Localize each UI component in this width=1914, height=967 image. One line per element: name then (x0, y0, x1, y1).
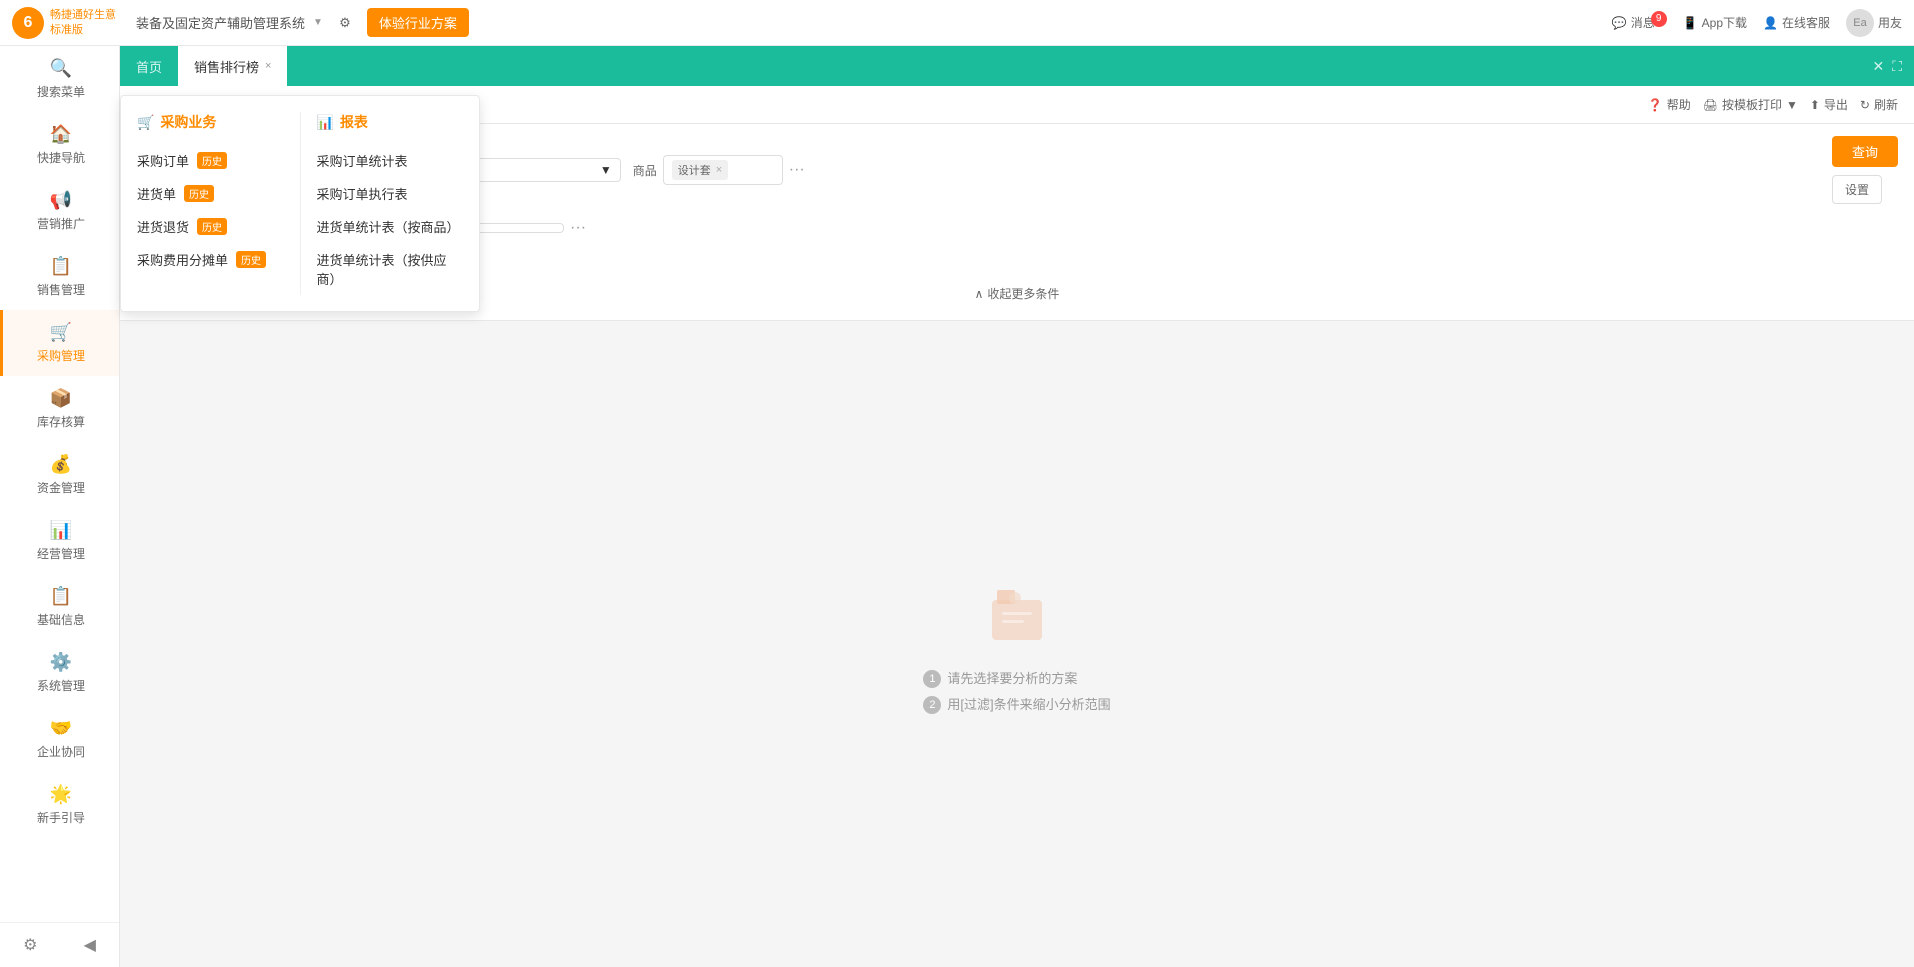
goods-tag-remove[interactable]: × (716, 164, 722, 176)
sidebar-item-enterprise[interactable]: 🤝企业协同 (0, 706, 119, 772)
message-icon: 💬 (1612, 16, 1627, 30)
sidebar-item-operation[interactable]: 📊经营管理 (0, 508, 119, 574)
message-badge: 9 (1651, 11, 1667, 27)
sidebar-item-system[interactable]: ⚙️系统管理 (0, 640, 119, 706)
tab-close-icon[interactable]: × (265, 60, 271, 72)
sidebar-item-quick-nav[interactable]: 🏠快捷导航 (0, 112, 119, 178)
enterprise-icon: 🤝 (50, 718, 72, 739)
logo-icon: 6 (12, 7, 44, 39)
salesperson-more-dots[interactable]: ··· (570, 219, 586, 237)
purchase-dropdown-menu: 🛒 采购业务 采购订单历史进货单历史进货退货历史采购费用分摊单历史 📊 报表 采… (120, 95, 480, 312)
print-action[interactable]: 🖨 按模板打印 ▼ (1703, 96, 1798, 113)
guide-icon: 🌟 (50, 784, 72, 805)
report-menu-icon: 📊 (317, 114, 334, 131)
report-menu-title: 📊 报表 (317, 112, 464, 132)
purchase-menu-icon: 🛒 (137, 114, 154, 131)
app-download[interactable]: 📱 App下载 (1683, 14, 1747, 31)
marketing-icon: 📢 (50, 190, 72, 211)
basic-info-icon: 📋 (50, 586, 72, 607)
filter-actions: 查询 设置 (1832, 136, 1898, 204)
help-icon: ❓ (1648, 98, 1663, 112)
report-menu-column: 📊 报表 采购订单统计表采购订单执行表进货单统计表（按商品）进货单统计表（按供应… (317, 112, 464, 295)
user-area[interactable]: Ea 用友 (1846, 9, 1902, 37)
tab-home[interactable]: 首页 (120, 46, 178, 86)
sidebar-settings-icon[interactable]: ⚙ (23, 935, 37, 955)
print-dropdown-icon[interactable]: ▼ (1786, 98, 1798, 112)
logo-text: 畅捷通好生意 标准版 (50, 8, 116, 37)
goods-more-dots[interactable]: ··· (789, 161, 805, 179)
doc-status-dropdown-icon: ▼ (600, 163, 612, 177)
goods-filter: 商品 设计套 × ··· (633, 155, 805, 185)
system-name: 装备及固定资产辅助管理系统 (136, 13, 305, 32)
goods-tag: 设计套 × (672, 160, 728, 180)
empty-state: 1 请先选择要分析的方案 2 用[过滤]条件来缩小分析范围 (120, 321, 1914, 967)
purchase-icon: 🛒 (50, 322, 72, 343)
sidebar-item-purchase[interactable]: 🛒采购管理 (0, 310, 119, 376)
sidebar-item-sales[interactable]: 📋销售管理 (0, 244, 119, 310)
refresh-action[interactable]: ↻ 刷新 (1860, 96, 1898, 113)
message-area[interactable]: 💬 消息 9 (1612, 14, 1667, 31)
finance-icon: 💰 (50, 454, 72, 475)
print-icon: 🖨 (1703, 98, 1718, 112)
report-menu-item[interactable]: 采购订单执行表 (317, 177, 464, 210)
tab-expand-icon[interactable]: ⛶ (1892, 58, 1902, 75)
collapse-icon: ∧ (975, 287, 984, 301)
tab-bar: 首页 销售排行榜 × ✕ ⛶ (120, 46, 1914, 86)
sales-icon: 📋 (50, 256, 72, 277)
doc-status-select[interactable]: ▼ (461, 158, 621, 182)
sidebar-item-marketing[interactable]: 📢营销推广 (0, 178, 119, 244)
empty-tips: 1 请先选择要分析的方案 2 用[过滤]条件来缩小分析范围 (923, 666, 1110, 718)
quick-nav-icon: 🏠 (50, 124, 72, 145)
refresh-icon: ↻ (1860, 98, 1870, 112)
purchase-menu-column: 🛒 采购业务 采购订单历史进货单历史进货退货历史采购费用分摊单历史 (137, 112, 284, 295)
service-icon: 👤 (1763, 16, 1778, 30)
query-button[interactable]: 查询 (1832, 136, 1898, 167)
sidebar-collapse-icon[interactable]: ◀ (84, 935, 96, 955)
system-icon: ⚙️ (50, 652, 72, 673)
empty-illustration (977, 570, 1057, 650)
avatar: Ea (1846, 9, 1874, 37)
purchase-menu-item[interactable]: 进货退货历史 (137, 210, 284, 243)
report-menu-item[interactable]: 进货单统计表（按供应商） (317, 243, 464, 295)
sidebar-item-search[interactable]: 🔍搜索菜单 (0, 46, 119, 112)
tab-sales-rank[interactable]: 销售排行榜 × (178, 46, 287, 86)
tab-close-all-icon[interactable]: ✕ (1872, 58, 1884, 75)
export-action[interactable]: ⬆ 导出 (1810, 96, 1848, 113)
report-menu-item[interactable]: 进货单统计表（按商品） (317, 210, 464, 243)
phone-icon: 📱 (1683, 16, 1698, 30)
purchase-menu-title: 🛒 采购业务 (137, 112, 284, 132)
online-service[interactable]: 👤 在线客服 (1763, 14, 1830, 31)
sidebar-item-guide[interactable]: 🌟新手引导 (0, 772, 119, 838)
purchase-menu-item[interactable]: 进货单历史 (137, 177, 284, 210)
help-action[interactable]: ❓ 帮助 (1648, 96, 1691, 113)
purchase-menu-item[interactable]: 采购费用分摊单历史 (137, 243, 284, 276)
report-menu-item[interactable]: 采购订单统计表 (317, 144, 464, 177)
inventory-icon: 📦 (50, 388, 72, 409)
goods-input[interactable]: 设计套 × (663, 155, 783, 185)
industry-btn[interactable]: 体验行业方案 (367, 8, 469, 37)
sidebar-item-finance[interactable]: 💰资金管理 (0, 442, 119, 508)
settings-button[interactable]: 设置 (1832, 175, 1882, 204)
operation-icon: 📊 (50, 520, 72, 541)
export-icon: ⬆ (1810, 98, 1820, 112)
sidebar-item-basic-info[interactable]: 📋基础信息 (0, 574, 119, 640)
sidebar-item-inventory[interactable]: 📦库存核算 (0, 376, 119, 442)
search-icon: 🔍 (50, 58, 72, 79)
system-dropdown-arrow[interactable]: ▼ (313, 17, 323, 28)
settings-icon[interactable]: ⚙ (331, 9, 359, 37)
logo-area: 6 畅捷通好生意 标准版 (12, 7, 116, 39)
purchase-menu-item[interactable]: 采购订单历史 (137, 144, 284, 177)
goods-label: 商品 (633, 162, 657, 179)
